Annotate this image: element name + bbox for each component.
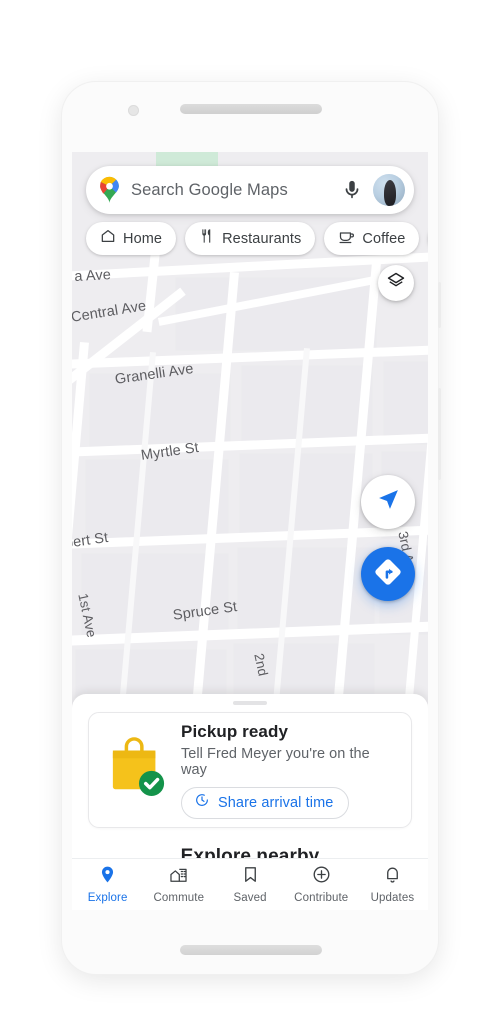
sheet-drag-handle[interactable] xyxy=(233,701,267,705)
search-bar[interactable]: Search Google Maps xyxy=(86,166,414,214)
chip-label: Home xyxy=(123,230,163,247)
chip-restaurants[interactable]: Restaurants xyxy=(185,222,316,255)
bell-icon xyxy=(383,865,402,889)
volume-button[interactable] xyxy=(438,388,441,480)
navigation-arrow-icon xyxy=(376,487,401,517)
nav-label: Commute xyxy=(153,892,205,904)
map-layers-button[interactable] xyxy=(378,265,414,301)
street-label: a Ave xyxy=(74,267,112,285)
home-icon xyxy=(100,228,116,249)
street-label: bert St xyxy=(72,529,110,552)
location-pin-icon xyxy=(98,865,117,889)
nav-item-contribute[interactable]: Contribute xyxy=(286,865,357,904)
earpiece-speaker xyxy=(180,104,322,114)
microphone-icon[interactable] xyxy=(341,178,363,202)
restaurant-fork-knife-icon xyxy=(199,228,215,249)
commute-building-icon xyxy=(169,865,188,889)
chip-home[interactable]: Home xyxy=(86,222,177,255)
directions-turn-icon xyxy=(372,556,404,593)
screenshot-root: a Ave Central Ave Granelli Ave Myrtle St… xyxy=(0,0,500,1030)
search-input[interactable]: Search Google Maps xyxy=(131,181,331,200)
map-block xyxy=(90,374,230,448)
share-arrival-time-button[interactable]: Share arrival time xyxy=(181,786,350,819)
power-button[interactable] xyxy=(438,282,441,328)
coffee-cup-icon xyxy=(338,228,355,250)
nav-label: Updates xyxy=(370,892,415,904)
my-location-button[interactable] xyxy=(361,475,415,529)
share-arrival-time-label: Share arrival time xyxy=(218,794,334,811)
bottom-navigation-bar[interactable]: Explore Commute Saved Contribute Updates xyxy=(72,858,428,910)
pickup-ready-card[interactable]: Pickup ready Tell Fred Meyer you're on t… xyxy=(88,712,412,828)
nav-label: Explore xyxy=(87,892,128,904)
front-camera-icon xyxy=(128,105,139,116)
bookmark-icon xyxy=(241,865,260,889)
pickup-card-subtitle: Tell Fred Meyer you're on the way xyxy=(181,745,370,778)
directions-button[interactable] xyxy=(361,547,415,601)
nav-item-updates[interactable]: Updates xyxy=(357,865,428,904)
timer-clock-icon xyxy=(194,792,210,813)
nav-label: Saved xyxy=(233,892,267,904)
plus-circle-icon xyxy=(312,865,331,889)
nav-item-commute[interactable]: Commute xyxy=(143,865,214,904)
chip-coffee[interactable]: Coffee xyxy=(324,222,420,255)
google-maps-pin-icon xyxy=(98,176,121,204)
category-chip-row[interactable]: Home Restaurants Coffee xyxy=(86,222,428,255)
bottom-speaker xyxy=(180,945,322,955)
nav-label: Contribute xyxy=(294,892,349,904)
map-block xyxy=(384,362,428,444)
chip-label: Restaurants xyxy=(222,230,302,247)
nav-item-saved[interactable]: Saved xyxy=(214,865,285,904)
bag-graphic xyxy=(89,713,181,827)
layers-icon xyxy=(386,271,406,296)
pickup-card-title: Pickup ready xyxy=(181,721,289,741)
shopping-bag-icon xyxy=(109,735,167,802)
chip-label: Coffee xyxy=(362,230,406,247)
phone-screen: a Ave Central Ave Granelli Ave Myrtle St… xyxy=(72,152,428,910)
pickup-card-text: Pickup ready Tell Fred Meyer you're on t… xyxy=(181,722,411,819)
user-avatar[interactable] xyxy=(373,174,405,206)
nav-item-explore[interactable]: Explore xyxy=(72,865,143,904)
